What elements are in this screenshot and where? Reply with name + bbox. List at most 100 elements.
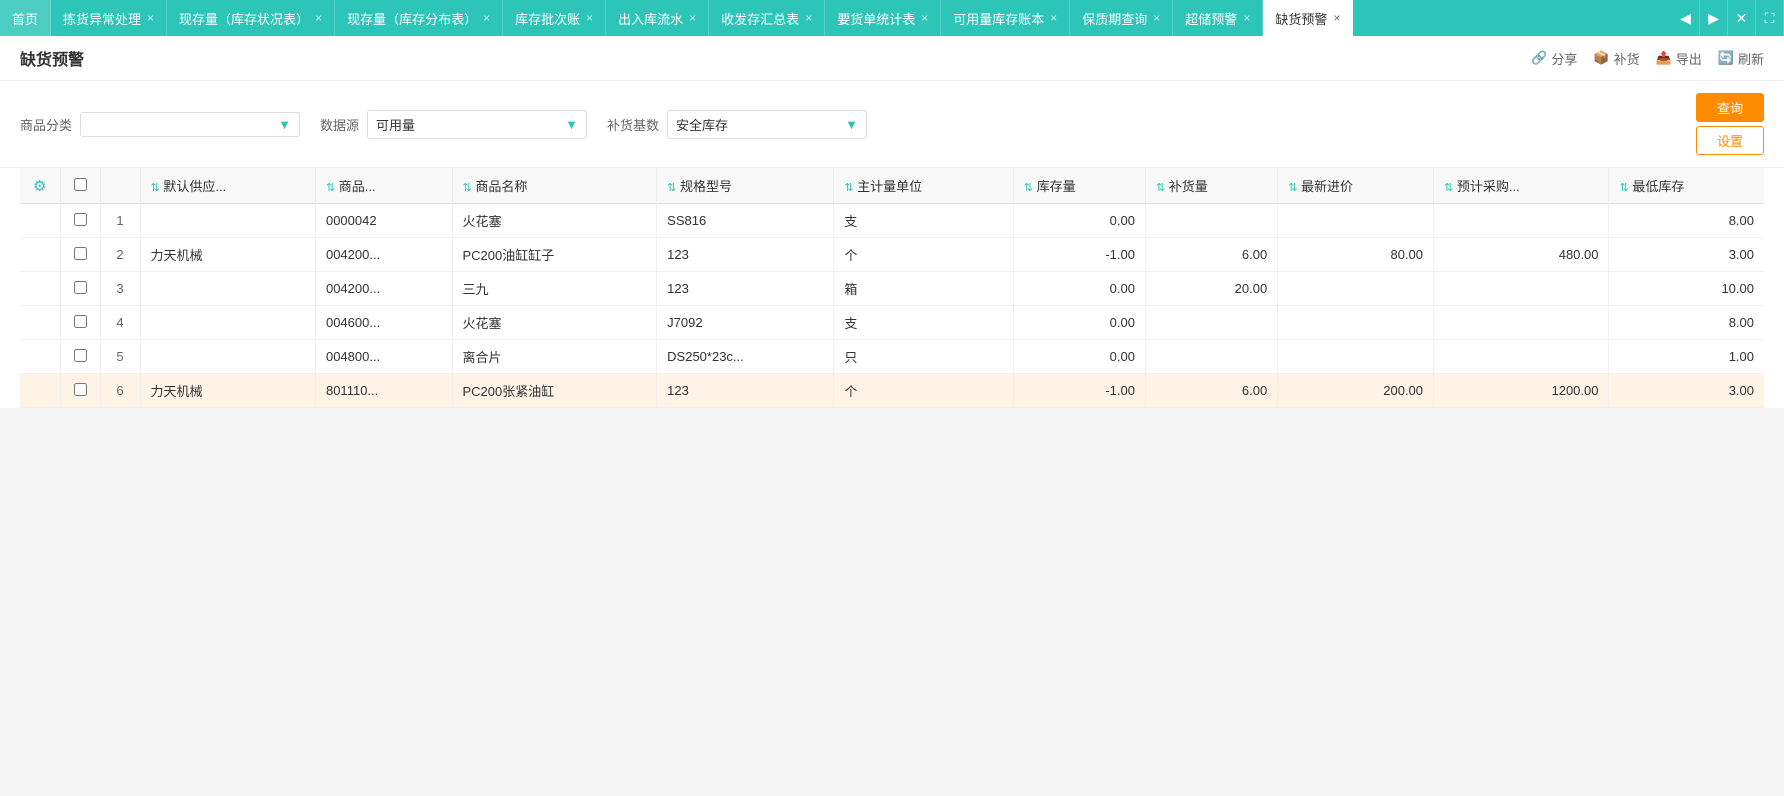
tab-prev-btn[interactable]: ◀	[1672, 0, 1700, 36]
tab-label: 要货单统计表	[837, 9, 915, 28]
td-min-stock: 10.00	[1609, 272, 1764, 306]
td-code: 0000042	[315, 204, 452, 238]
tab-batch-account[interactable]: 库存批次账 ×	[503, 0, 606, 36]
query-button[interactable]: 查询	[1696, 93, 1764, 122]
tab-close-icon[interactable]: ×	[1153, 11, 1160, 25]
sort-icon-code: ⇅	[326, 182, 335, 194]
td-num: 3	[100, 272, 140, 306]
td-name: 离合片	[452, 340, 657, 374]
td-checkbox	[60, 204, 100, 238]
tab-label: 库存批次账	[515, 9, 580, 28]
tab-inout-flow[interactable]: 出入库流水×	[606, 0, 709, 36]
export-button[interactable]: 📤 导出	[1656, 49, 1702, 68]
share-button[interactable]: 🔗 分享	[1531, 49, 1577, 68]
tab-close-all-btn[interactable]: ✕	[1728, 0, 1756, 36]
tab-expiry-query[interactable]: 保质期查询×	[1070, 0, 1173, 36]
tab-close-icon[interactable]: ×	[586, 11, 593, 25]
td-est-purchase: 480.00	[1434, 238, 1609, 272]
td-est-purchase	[1434, 340, 1609, 374]
table-row: 5 004800... 离合片 DS250*23c... 只 0.00 1.00	[20, 340, 1764, 374]
td-code: 801110...	[315, 374, 452, 408]
select-all-checkbox[interactable]	[74, 178, 87, 191]
th-est-purchase: ⇅ 预计采购...	[1434, 168, 1609, 204]
td-code: 004200...	[315, 272, 452, 306]
row-checkbox[interactable]	[74, 383, 87, 396]
row-checkbox[interactable]	[74, 315, 87, 328]
sort-icon-min: ⇅	[1619, 182, 1628, 194]
table-container: ⚙ ⇅ 默认供应... ⇅ 商品... ⇅	[0, 168, 1784, 408]
tab-label: 缺货预警	[1275, 9, 1327, 28]
category-label: 商品分类	[20, 115, 72, 134]
tab-abnormal[interactable]: 拣货异常处理×	[51, 0, 167, 36]
tab-inventory-status[interactable]: 现存量（库存状况表） ×	[167, 0, 335, 36]
tab-inventory-dist[interactable]: 现存量（库存分布表）×	[335, 0, 503, 36]
td-replenish-qty	[1145, 306, 1277, 340]
sort-icon-price: ⇅	[1288, 182, 1297, 194]
td-min-stock: 3.00	[1609, 238, 1764, 272]
td-unit: 箱	[834, 272, 1013, 306]
page-header: 缺货预警 🔗 分享 📦 补货 📤 导出 🔄 刷新	[0, 36, 1784, 81]
tab-label: 超储预警	[1185, 9, 1237, 28]
category-arrow-icon: ▼	[278, 117, 291, 132]
row-checkbox[interactable]	[74, 213, 87, 226]
tab-close-icon[interactable]: ×	[1243, 11, 1250, 25]
table-row: 3 004200... 三九 123 箱 0.00 20.00 10.00	[20, 272, 1764, 306]
td-est-purchase	[1434, 272, 1609, 306]
datasource-value: 可用量	[376, 115, 415, 134]
table-row: 4 004600... 火花塞 J7092 支 0.00 8.00	[20, 306, 1764, 340]
tab-close-icon[interactable]: ×	[805, 11, 812, 25]
td-spec: DS250*23c...	[657, 340, 834, 374]
td-checkbox	[60, 374, 100, 408]
tab-close-icon[interactable]: ×	[1333, 11, 1340, 25]
replenish-base-select[interactable]: 安全库存 ▼	[667, 110, 867, 139]
tab-order-stat[interactable]: 要货单统计表 ×	[825, 0, 941, 36]
category-select[interactable]: ▼	[80, 112, 300, 137]
td-stock: -1.00	[1013, 238, 1145, 272]
tab-bar: 首页拣货异常处理×现存量（库存状况表）×现存量（库存分布表）×库存批次账×出入库…	[0, 0, 1784, 36]
tab-label: 可用量库存账本	[953, 9, 1044, 28]
tab-expand-btn[interactable]: ⛶	[1756, 0, 1784, 36]
td-latest-price	[1278, 204, 1434, 238]
tab-overstock-warning[interactable]: 超储预警 ×	[1173, 0, 1263, 36]
row-checkbox[interactable]	[74, 349, 87, 362]
td-name: 火花塞	[452, 306, 657, 340]
tab-close-icon[interactable]: ×	[147, 11, 154, 25]
tab-close-icon[interactable]: ×	[1050, 11, 1057, 25]
settings-gear-icon[interactable]: ⚙	[33, 178, 46, 195]
td-supplier: 力天机械	[140, 238, 315, 272]
th-replenish-qty: ⇅ 补货量	[1145, 168, 1277, 204]
td-stock: 0.00	[1013, 272, 1145, 306]
tab-close-icon[interactable]: ×	[921, 11, 928, 25]
row-checkbox[interactable]	[74, 281, 87, 294]
refresh-button[interactable]: 🔄 刷新	[1718, 49, 1764, 68]
td-name: PC200张紧油缸	[452, 374, 657, 408]
tab-home[interactable]: 首页	[0, 0, 51, 36]
row-checkbox[interactable]	[74, 247, 87, 260]
th-min-stock: ⇅ 最低库存	[1609, 168, 1764, 204]
tab-label: 现存量（库存状况表）	[179, 9, 309, 28]
tab-next-btn[interactable]: ▶	[1700, 0, 1728, 36]
tab-shortage-warning[interactable]: 缺货预警 ×	[1263, 0, 1353, 36]
td-settings	[20, 272, 60, 306]
td-name: 三九	[452, 272, 657, 306]
datasource-select[interactable]: 可用量 ▼	[367, 110, 587, 139]
datasource-label: 数据源	[320, 115, 359, 134]
td-stock: 0.00	[1013, 306, 1145, 340]
table-row: 2 力天机械 004200... PC200油缸缸子 123 个 -1.00 6…	[20, 238, 1764, 272]
tab-close-icon[interactable]: ×	[315, 11, 322, 25]
filter-bar: 商品分类 ▼ 数据源 可用量 ▼ 补货基数 安全库存 ▼ 查询 设置	[0, 81, 1784, 168]
replenish-button[interactable]: 📦 补货	[1593, 49, 1639, 68]
td-supplier	[140, 306, 315, 340]
tab-close-icon[interactable]: ×	[689, 11, 696, 25]
table-body: 1 0000042 火花塞 SS816 支 0.00 8.00 2 力天机械 0…	[20, 204, 1764, 408]
td-checkbox	[60, 340, 100, 374]
td-spec: 123	[657, 272, 834, 306]
tab-available-ledger[interactable]: 可用量库存账本 ×	[941, 0, 1070, 36]
th-latest-price: ⇅ 最新进价	[1278, 168, 1434, 204]
td-settings	[20, 306, 60, 340]
tab-collect-summary[interactable]: 收发存汇总表×	[709, 0, 825, 36]
settings-button[interactable]: 设置	[1696, 126, 1764, 155]
td-replenish-qty: 6.00	[1145, 374, 1277, 408]
sort-icon-replenish: ⇅	[1156, 182, 1165, 194]
tab-close-icon[interactable]: ×	[483, 11, 490, 25]
